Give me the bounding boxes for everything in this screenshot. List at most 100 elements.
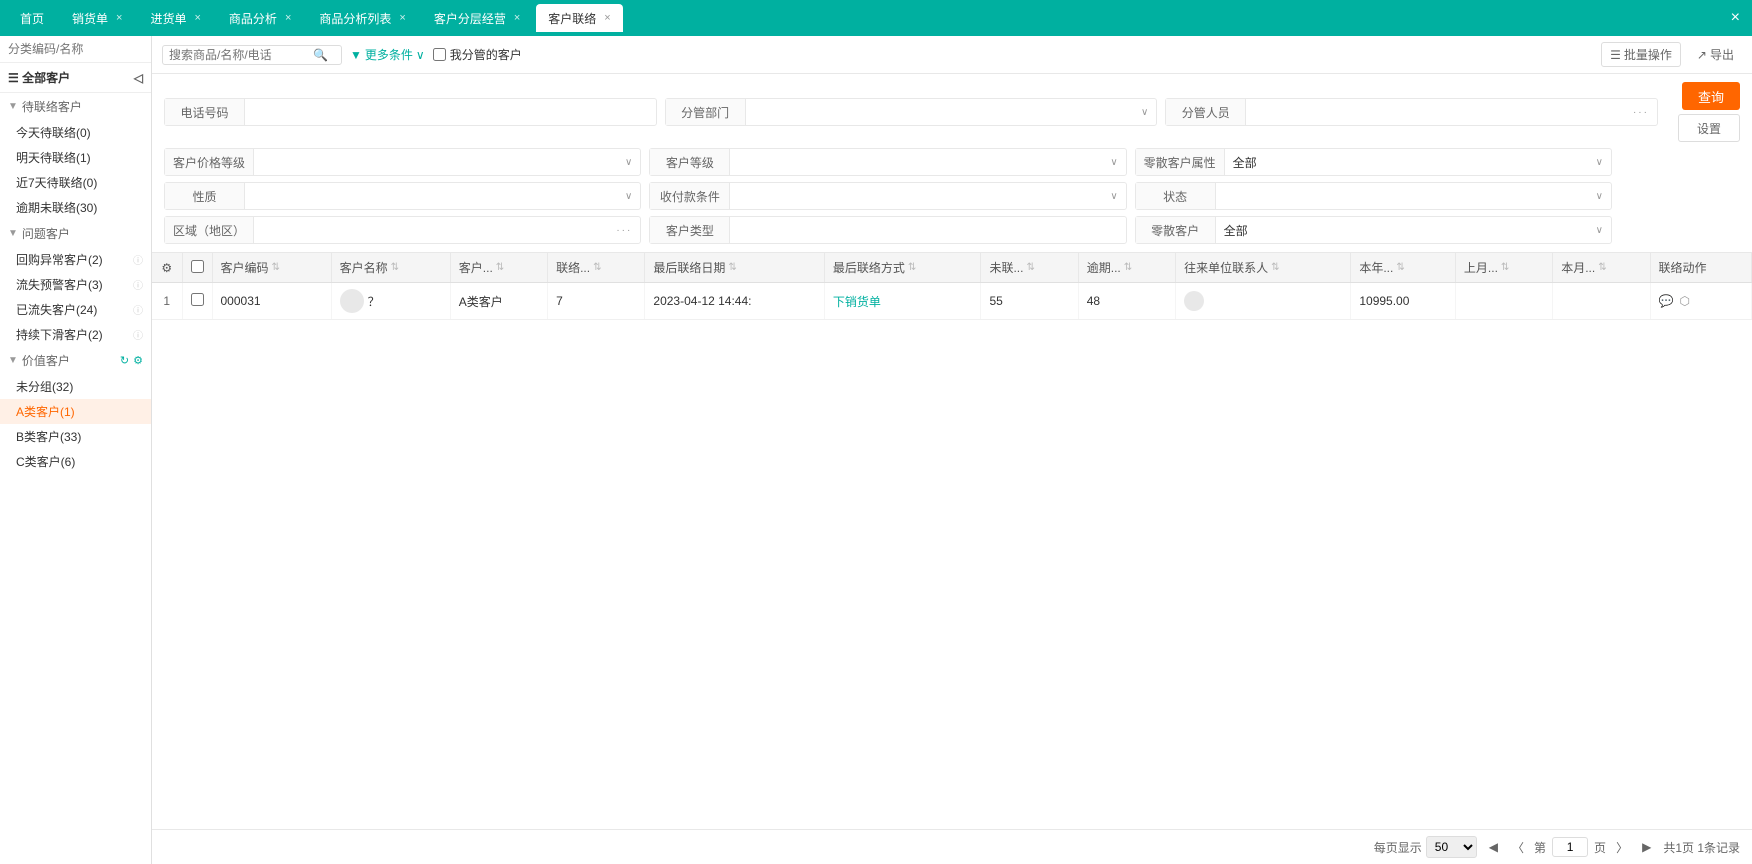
sort-level-icon[interactable]: ⇅ [496, 262, 504, 273]
sort-last-method-icon[interactable]: ⇅ [908, 262, 916, 273]
sidebar-item-tomorrow-pending[interactable]: 明天待联络(1) [0, 145, 151, 170]
filter-price-level-label: 客户价格等级 [165, 149, 254, 175]
info-icon-churn-warning: ⓘ [133, 277, 143, 292]
tab-customer-contact[interactable]: 客户联络 × [536, 4, 622, 32]
tab-sales-close[interactable]: × [116, 12, 122, 24]
tab-customer-segment-close[interactable]: × [514, 12, 520, 24]
tab-customer-segment[interactable]: 客户分层经营 × [422, 4, 532, 32]
tab-analysis-list[interactable]: 商品分析列表 × [307, 4, 417, 32]
col-settings[interactable]: ⚙ [152, 253, 182, 283]
filter-chevron: ∨ [416, 48, 425, 62]
tab-home[interactable]: 首页 [8, 4, 56, 32]
tab-sales[interactable]: 销货单 × [60, 4, 134, 32]
row-uncontacted: 55 [981, 283, 1078, 320]
search-icon[interactable]: 🔍 [313, 48, 328, 62]
group-problem-customers[interactable]: ▼ 问题客户 [0, 220, 151, 247]
sidebar-item-repurchase-abnormal[interactable]: 回购异常客户(2) ⓘ [0, 247, 151, 272]
filter-row-3: 性质 ∨ 收付款条件 ∨ 状态 ∨ [164, 182, 1740, 210]
filter-region-input[interactable]: ··· [254, 225, 640, 236]
table-row: 1 000031 ？ A类客户 7 2023 [152, 283, 1752, 320]
row-this-year: 10995.00 [1351, 283, 1456, 320]
window-close-icon[interactable]: × [1727, 5, 1744, 31]
sidebar-search-input[interactable] [8, 42, 152, 56]
page-of-label: 页 [1594, 839, 1606, 856]
sidebar-item-7days-pending[interactable]: 近7天待联络(0) [0, 170, 151, 195]
search-input[interactable] [169, 48, 309, 62]
tab-purchase-close[interactable]: × [194, 12, 200, 24]
last-page-btn[interactable]: ▶ [1638, 838, 1655, 856]
tab-analysis-list-close[interactable]: × [399, 12, 405, 24]
action-more-icon[interactable]: ⬡ [1679, 294, 1689, 308]
row-last-method[interactable]: 下销货单 [824, 283, 981, 320]
filter-region: 区域（地区） ··· [164, 216, 641, 244]
my-customers-checkbox[interactable] [433, 48, 446, 61]
settings-btn[interactable]: 设置 [1678, 114, 1740, 142]
sort-last-month-icon[interactable]: ⇅ [1501, 262, 1509, 273]
sort-overdue-icon[interactable]: ⇅ [1124, 262, 1132, 273]
filter-dept-select[interactable]: ∨ [746, 107, 1157, 118]
sidebar-item-overdue-pending[interactable]: 逾期未联络(30) [0, 195, 151, 220]
per-page-select[interactable]: 50 10 20 100 [1426, 836, 1477, 858]
sort-contact-person-icon[interactable]: ⇅ [1271, 262, 1279, 273]
query-btn[interactable]: 查询 [1682, 82, 1740, 110]
sidebar-item-churned[interactable]: 已流失客户(24) ⓘ [0, 297, 151, 322]
sort-this-year-icon[interactable]: ⇅ [1396, 262, 1404, 273]
sort-contact-count-icon[interactable]: ⇅ [593, 262, 601, 273]
sort-code-icon[interactable]: ⇅ [272, 262, 280, 273]
filter-retail-attr-select[interactable]: 全部∨ [1225, 154, 1611, 171]
filter-customer-level-select[interactable]: ∨ [730, 157, 1125, 168]
tab-customer-segment-label: 客户分层经营 [434, 10, 506, 27]
export-btn[interactable]: ↗ 导出 [1689, 43, 1742, 66]
filter-retail-customer-select[interactable]: 全部∨ [1216, 222, 1611, 239]
action-message-icon[interactable]: 💬 [1659, 294, 1674, 308]
sidebar: 🔍 ☰ 全部客户 ◁ ▼ 待联络客户 今天待联络(0) 明天待联络(1) 近7天… [0, 36, 152, 864]
sidebar-item-today-pending[interactable]: 今天待联络(0) [0, 120, 151, 145]
tab-analysis-close[interactable]: × [285, 12, 291, 24]
filter-more-btn[interactable]: ▼ 更多条件 ∨ [350, 46, 425, 63]
filter-nature-label: 性质 [165, 183, 245, 209]
sidebar-item-b-class[interactable]: B类客户(33) [0, 424, 151, 449]
prev-page-btn[interactable]: 〈 [1508, 837, 1528, 858]
col-uncontacted: 未联... ⇅ [981, 253, 1078, 283]
filter-payment-select[interactable]: ∨ [730, 191, 1125, 202]
col-checkbox[interactable] [182, 253, 212, 283]
tab-analysis[interactable]: 商品分析 × [217, 4, 303, 32]
total-records: 共1页 1条记录 [1663, 839, 1740, 856]
last-method-link[interactable]: 下销货单 [833, 295, 881, 309]
sidebar-item-a-class[interactable]: A类客户(1) [0, 399, 151, 424]
select-all-checkbox[interactable] [191, 260, 204, 273]
col-overdue: 逾期... ⇅ [1078, 253, 1175, 283]
per-page-selector: 每页显示 50 10 20 100 [1374, 836, 1477, 858]
filter-price-level-select[interactable]: ∨ [254, 157, 640, 168]
sort-uncontacted-icon[interactable]: ⇅ [1026, 262, 1034, 273]
sort-last-date-icon[interactable]: ⇅ [728, 262, 736, 273]
group-value-customers[interactable]: ▼ 价值客户 ↻ ⚙ [0, 347, 151, 374]
tab-customer-contact-close[interactable]: × [604, 12, 610, 24]
row-action: 💬 ⬡ [1650, 283, 1751, 320]
refresh-icon[interactable]: ↻ [120, 354, 129, 367]
page-number-input[interactable] [1552, 837, 1588, 857]
row-checkbox[interactable] [182, 283, 212, 320]
sidebar-item-c-class[interactable]: C类客户(6) [0, 449, 151, 474]
filter-nature-select[interactable]: ∨ [245, 191, 640, 202]
batch-operations-btn[interactable]: ☰ 批量操作 [1601, 42, 1681, 67]
col-contact-person: 往来单位联系人 ⇅ [1176, 253, 1351, 283]
filter-manager-input[interactable]: ··· [1246, 107, 1657, 118]
tab-analysis-list-label: 商品分析列表 [319, 10, 391, 27]
filter-nature: 性质 ∨ [164, 182, 641, 210]
sidebar-item-declining[interactable]: 持续下滑客户(2) ⓘ [0, 322, 151, 347]
tab-purchase[interactable]: 进货单 × [138, 4, 212, 32]
sort-name-icon[interactable]: ⇅ [391, 262, 399, 273]
group-pending-contact[interactable]: ▼ 待联络客户 [0, 93, 151, 120]
sidebar-item-ungrouped[interactable]: 未分组(32) [0, 374, 151, 399]
sort-this-month-icon[interactable]: ⇅ [1598, 262, 1606, 273]
sidebar-header-icons: ◁ [134, 71, 143, 85]
row-select-checkbox[interactable] [191, 293, 204, 306]
filter-status-select[interactable]: ∨ [1216, 191, 1611, 202]
collapse-icon[interactable]: ◁ [134, 71, 143, 85]
first-page-btn[interactable]: ◀ [1485, 838, 1502, 856]
sidebar-item-churn-warning[interactable]: 流失预警客户(3) ⓘ [0, 272, 151, 297]
next-page-btn[interactable]: 〉 [1612, 837, 1632, 858]
contact-person-avatar [1184, 291, 1204, 311]
settings-icon[interactable]: ⚙ [133, 354, 143, 367]
